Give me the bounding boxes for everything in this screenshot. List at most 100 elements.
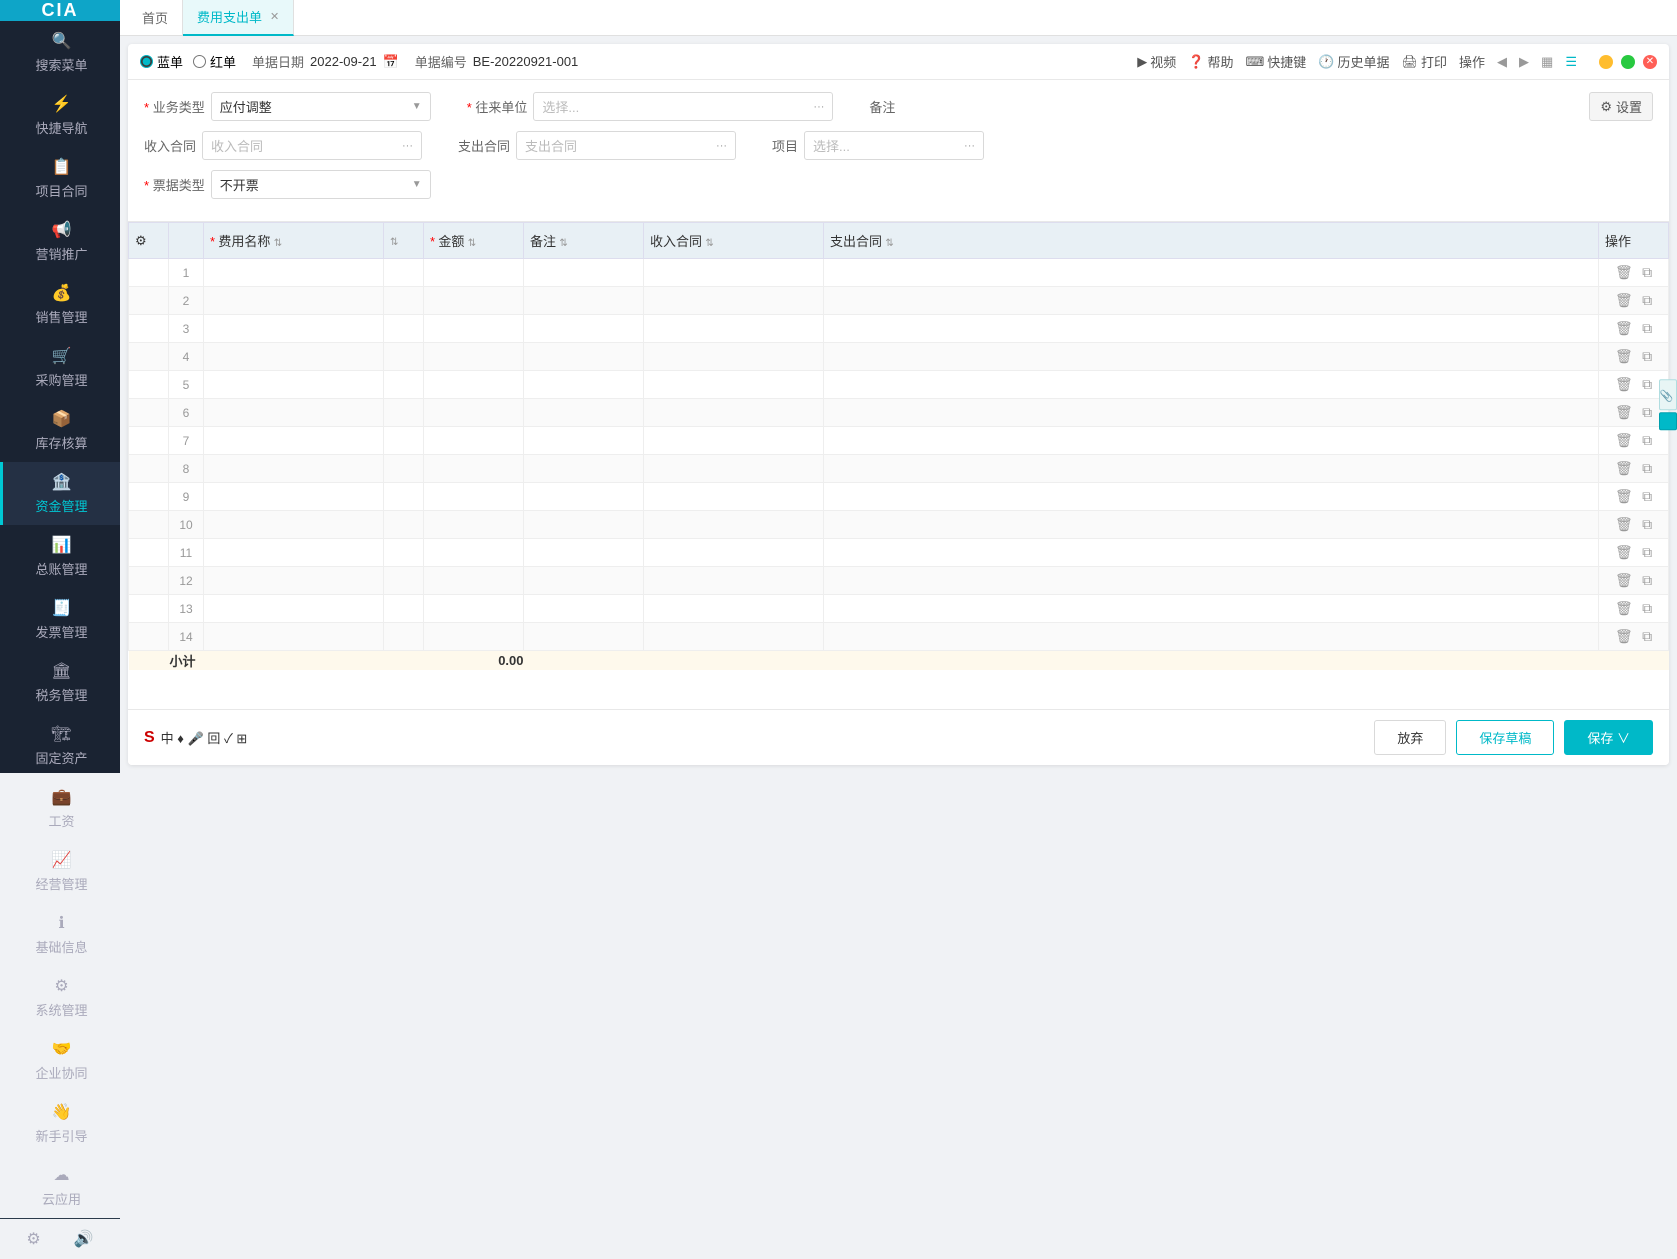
sidebar-item-ops[interactable]: 📈 经营管理 (0, 840, 120, 903)
row-amount-cell[interactable] (424, 343, 524, 371)
sidebar-item-newbie[interactable]: 👋 新手引导 (0, 1092, 120, 1155)
delete-icon[interactable]: 🗑 (1615, 460, 1633, 476)
expense-contract-input[interactable]: 支出合同 ··· (516, 131, 736, 160)
tab-home[interactable]: 首页 (128, 0, 183, 36)
row-expense-cell[interactable] (824, 623, 1599, 651)
sidebar-item-sales[interactable]: 💰 销售管理 (0, 273, 120, 336)
sidebar-item-base-info[interactable]: ℹ 基础信息 (0, 903, 120, 966)
row-amount-cell[interactable] (424, 399, 524, 427)
help-button[interactable]: ❓ 帮助 (1188, 52, 1233, 71)
nav-left-icon[interactable]: ◀ (1497, 54, 1507, 70)
delete-icon[interactable]: 🗑 (1615, 600, 1633, 616)
row-income-cell[interactable] (644, 595, 824, 623)
invoice-type-select[interactable]: 不开票 ▼ (211, 170, 431, 199)
sidebar-item-shortcut[interactable]: ⚡ 快捷导航 (0, 84, 120, 147)
row-amount-cell[interactable] (424, 315, 524, 343)
copy-icon[interactable]: ⧉ (1642, 544, 1652, 560)
partner-select[interactable]: 选择... ··· (533, 92, 833, 121)
row-remark-cell[interactable] (524, 287, 644, 315)
sidebar-item-search[interactable]: 🔍 搜索菜单 (0, 21, 120, 84)
delete-icon[interactable]: 🗑 (1615, 488, 1633, 504)
row-name-cell[interactable] (204, 483, 384, 511)
copy-icon[interactable]: ⧉ (1642, 516, 1652, 532)
row-amount-cell[interactable] (424, 595, 524, 623)
row-expense-cell[interactable] (824, 371, 1599, 399)
row-remark-cell[interactable] (524, 259, 644, 287)
row-amount-cell[interactable] (424, 623, 524, 651)
row-expense-cell[interactable] (824, 427, 1599, 455)
project-select[interactable]: 选择... ··· (804, 131, 984, 160)
history-button[interactable]: 🕐 历史单据 (1318, 52, 1389, 71)
row-remark-cell[interactable] (524, 399, 644, 427)
row-amount-cell[interactable] (424, 259, 524, 287)
row-remark-cell[interactable] (524, 623, 644, 651)
row-expense-cell[interactable] (824, 399, 1599, 427)
save-draft-button[interactable]: 保存草稿 (1456, 720, 1554, 755)
row-income-cell[interactable] (644, 455, 824, 483)
row-remark-cell[interactable] (524, 427, 644, 455)
row-expense-cell[interactable] (824, 287, 1599, 315)
row-name-cell[interactable] (204, 371, 384, 399)
row-remark-cell[interactable] (524, 511, 644, 539)
sidebar-item-invoice[interactable]: 🧾 发票管理 (0, 588, 120, 651)
sidebar-item-purchase[interactable]: 🛒 采购管理 (0, 336, 120, 399)
sidebar-item-accounting[interactable]: 📊 总账管理 (0, 525, 120, 588)
volume-icon[interactable]: 🔊 (74, 1229, 94, 1249)
shortcut-button[interactable]: ⌨ 快捷键 (1246, 52, 1307, 71)
delete-icon[interactable]: 🗑 (1615, 572, 1633, 588)
row-remark-cell[interactable] (524, 567, 644, 595)
row-remark-cell[interactable] (524, 483, 644, 511)
row-remark-cell[interactable] (524, 371, 644, 399)
income-contract-input[interactable]: 收入合同 ··· (202, 131, 422, 160)
side-panel-green[interactable] (1659, 412, 1677, 430)
row-expense-cell[interactable] (824, 511, 1599, 539)
th-sort[interactable]: ⇅ (384, 223, 424, 259)
side-panel-attachment[interactable]: 📎 (1659, 379, 1677, 410)
row-name-cell[interactable] (204, 315, 384, 343)
row-expense-cell[interactable] (824, 483, 1599, 511)
row-expense-cell[interactable] (824, 595, 1599, 623)
tab-expense[interactable]: 费用支出单 ✕ (183, 0, 294, 36)
delete-icon[interactable]: 🗑 (1615, 292, 1633, 308)
row-expense-cell[interactable] (824, 455, 1599, 483)
copy-icon[interactable]: ⧉ (1642, 600, 1652, 616)
row-name-cell[interactable] (204, 287, 384, 315)
row-income-cell[interactable] (644, 539, 824, 567)
delete-icon[interactable]: 🗑 (1615, 264, 1633, 280)
window-maximize-button[interactable] (1621, 55, 1635, 69)
th-income-contract[interactable]: 收入合同 ⇅ (644, 223, 824, 259)
row-name-cell[interactable] (204, 343, 384, 371)
row-amount-cell[interactable] (424, 371, 524, 399)
table-icon[interactable]: ☰ (1565, 54, 1577, 70)
copy-icon[interactable]: ⧉ (1642, 320, 1652, 336)
sidebar-item-project[interactable]: 📋 项目合同 (0, 147, 120, 210)
row-name-cell[interactable] (204, 399, 384, 427)
copy-icon[interactable]: ⧉ (1642, 432, 1652, 448)
row-income-cell[interactable] (644, 399, 824, 427)
calendar-icon[interactable]: 📅 (383, 54, 399, 70)
th-remark[interactable]: 备注 ⇅ (524, 223, 644, 259)
sidebar-item-enterprise[interactable]: 🤝 企业协同 (0, 1029, 120, 1092)
red-bill-radio[interactable]: 红单 (193, 52, 236, 71)
sidebar-item-assets[interactable]: 🏗 固定资产 (0, 714, 120, 777)
service-type-select[interactable]: 应付调整 ▼ (211, 92, 431, 121)
row-income-cell[interactable] (644, 259, 824, 287)
copy-icon[interactable]: ⧉ (1642, 376, 1652, 392)
row-remark-cell[interactable] (524, 315, 644, 343)
delete-icon[interactable]: 🗑 (1615, 628, 1633, 644)
row-name-cell[interactable] (204, 567, 384, 595)
delete-icon[interactable]: 🗑 (1615, 516, 1633, 532)
delete-icon[interactable]: 🗑 (1615, 348, 1633, 364)
row-remark-cell[interactable] (524, 595, 644, 623)
save-button[interactable]: 保存 ∨ (1564, 720, 1653, 755)
row-expense-cell[interactable] (824, 567, 1599, 595)
row-income-cell[interactable] (644, 343, 824, 371)
row-income-cell[interactable] (644, 287, 824, 315)
th-expense-contract[interactable]: 支出合同 ⇅ (824, 223, 1599, 259)
row-expense-cell[interactable] (824, 315, 1599, 343)
row-income-cell[interactable] (644, 427, 824, 455)
sidebar-item-inventory[interactable]: 📦 库存核算 (0, 399, 120, 462)
window-close-button[interactable]: ✕ (1643, 55, 1657, 69)
row-amount-cell[interactable] (424, 287, 524, 315)
copy-icon[interactable]: ⧉ (1642, 264, 1652, 280)
